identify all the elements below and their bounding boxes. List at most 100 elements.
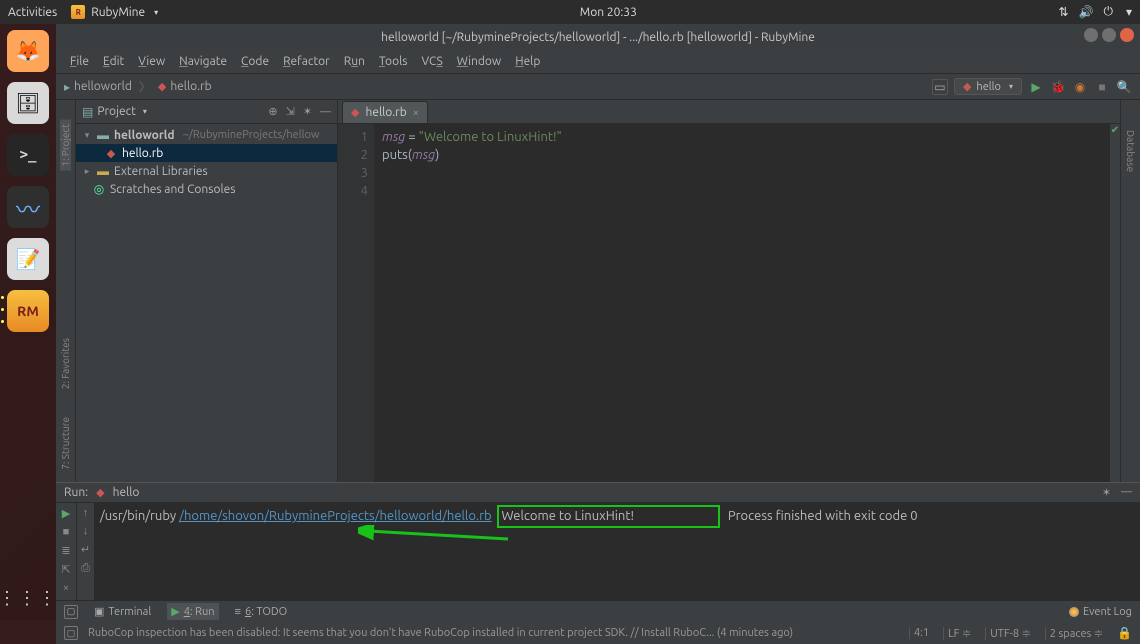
tree-scratches[interactable]: ◎ Scratches and Consoles (76, 180, 337, 198)
close-icon[interactable]: × (63, 582, 69, 594)
console-link[interactable]: /home/shovon/RubymineProjects/helloworld… (179, 509, 491, 523)
active-app-menu[interactable]: R RubyMine ▾ (71, 5, 158, 19)
coverage-button-icon[interactable]: ◉ (1072, 79, 1088, 95)
tool-tab-terminal[interactable]: ▣ Terminal (90, 603, 155, 620)
tool-tab-todo[interactable]: ≡ 6: TODO (231, 604, 292, 620)
layout-icon[interactable]: ≣ (61, 544, 70, 557)
menu-code[interactable]: Code (235, 53, 275, 70)
launcher-apps-grid[interactable]: ⋮⋮⋮ (0, 580, 56, 616)
project-view-selector[interactable]: ▤ Project ▾ (82, 105, 147, 119)
run-config-selector[interactable]: ◆ hello ▾ (954, 78, 1022, 95)
build-icon[interactable]: ▭ (932, 79, 948, 95)
inspection-ok-icon[interactable]: ✔ (1110, 124, 1120, 134)
tree-root[interactable]: ▾ ▬ helloworld ~/RubymineProjects/hellow (76, 126, 337, 144)
debug-button-icon[interactable]: 🐞 (1050, 79, 1066, 95)
tool-tab-structure[interactable]: 7: Structure (60, 413, 71, 474)
annotation-arrow-icon (358, 525, 518, 553)
menu-run[interactable]: Run (338, 53, 371, 70)
window-maximize-button[interactable] (1102, 28, 1116, 42)
code-token: "Welcome to LinuxHint!" (419, 130, 562, 144)
tree-external-libs[interactable]: ▸ ▬ External Libraries (76, 162, 337, 180)
expand-icon[interactable]: ▸ (82, 166, 92, 177)
launcher-text-editor[interactable]: 📝 (7, 238, 49, 280)
editor-tab-hello[interactable]: ◆ hello.rb × (342, 101, 428, 123)
code-token: msg (382, 130, 405, 144)
menu-tools[interactable]: Tools (373, 53, 414, 70)
activities-button[interactable]: Activities (8, 6, 57, 19)
tool-windows-toggle-icon[interactable]: ▢ (64, 605, 78, 619)
soft-wrap-icon[interactable]: ↵ (81, 543, 90, 556)
editor-marker-bar[interactable]: ✔ (1110, 124, 1120, 482)
menu-edit[interactable]: Edit (97, 53, 130, 70)
gear-icon[interactable]: ✶ (1102, 486, 1111, 499)
window-close-button[interactable] (1120, 28, 1134, 42)
tree-root-path: ~/RubymineProjects/hellow (183, 129, 320, 141)
status-bar: ▢ RuboCop inspection has been disabled: … (56, 622, 1140, 644)
print-icon[interactable]: ⎙ (81, 562, 90, 575)
window-minimize-button[interactable] (1084, 28, 1098, 42)
editor-gutter: 1 2 3 4 (338, 124, 374, 482)
tool-tab-project[interactable]: 1: Project (60, 120, 71, 171)
scroll-up-icon[interactable]: ↑ (83, 507, 89, 519)
line-number: 2 (338, 146, 368, 164)
power-icon[interactable]: ⏻ (1103, 5, 1113, 19)
close-tab-icon[interactable]: × (413, 107, 419, 119)
locate-icon[interactable]: ⊕ (268, 105, 277, 118)
run-config-label: hello (976, 81, 1001, 93)
launcher-rubymine[interactable]: RM (7, 290, 49, 332)
status-toggle-icon[interactable]: ▢ (64, 626, 78, 640)
clock[interactable]: Mon 20:33 (580, 6, 637, 19)
gear-icon[interactable]: ✶ (303, 105, 312, 118)
breadcrumb-file[interactable]: hello.rb (170, 80, 211, 93)
run-button-icon[interactable]: ▶ (1028, 79, 1044, 95)
indent-indicator[interactable]: 2 spaces ≑ (1045, 627, 1107, 640)
scroll-down-icon[interactable]: ↓ (83, 525, 89, 537)
tool-tab-label: 4: Run (184, 606, 215, 618)
hide-panel-icon[interactable]: — (1121, 486, 1132, 499)
pin-icon[interactable]: ⇱ (61, 563, 70, 576)
line-separator[interactable]: LF ≑ (943, 627, 975, 640)
menu-vcs[interactable]: VCS (415, 53, 448, 70)
rubymine-icon: R (71, 5, 85, 19)
cursor-position[interactable]: 4:1 (909, 627, 933, 639)
window-titlebar[interactable]: helloworld [~/RubymineProjects/helloworl… (56, 24, 1140, 50)
code-editor[interactable]: 1 2 3 4 msg = "Welcome to LinuxHint!" pu… (338, 124, 1120, 482)
tool-tab-favorites[interactable]: 2: Favorites (60, 334, 71, 393)
volume-icon[interactable]: 🔊 (1079, 5, 1094, 19)
tool-tab-database[interactable]: Database (1125, 130, 1136, 172)
event-log-button[interactable]: Event Log (1069, 606, 1132, 618)
library-icon: ▬ (96, 164, 110, 178)
launcher-firefox[interactable]: 🦊 (7, 30, 49, 72)
search-everywhere-icon[interactable]: 🔍 (1116, 79, 1132, 95)
network-icon[interactable]: ⇅ (1058, 5, 1068, 19)
run-panel-config[interactable]: hello (113, 486, 140, 499)
collapse-icon[interactable]: ⇲ (286, 105, 295, 118)
chevron-down-icon: ▾ (1009, 82, 1013, 91)
menu-view[interactable]: View (132, 53, 171, 70)
tree-file-hello[interactable]: ◆ hello.rb (76, 144, 337, 162)
breadcrumb-project[interactable]: helloworld (74, 80, 132, 93)
menu-file[interactable]: File (64, 53, 95, 70)
status-message[interactable]: RuboCop inspection has been disabled: It… (88, 627, 899, 639)
line-number: 3 (338, 164, 368, 182)
expand-icon[interactable]: ▾ (82, 130, 92, 141)
hide-panel-icon[interactable]: — (320, 106, 331, 118)
tool-tab-run[interactable]: ▶ 4: Run (167, 603, 218, 620)
system-menu-chevron-icon[interactable]: ▾ (1126, 5, 1132, 19)
menu-help[interactable]: Help (509, 53, 546, 70)
launcher-terminal[interactable]: >_ (7, 134, 49, 176)
rerun-icon[interactable]: ▶ (62, 507, 70, 520)
code-token: = (405, 130, 418, 144)
stop-icon[interactable]: ■ (63, 526, 70, 538)
breadcrumb-separator-icon: 〉 (139, 78, 151, 95)
menu-window[interactable]: Window (451, 53, 507, 70)
run-console-output[interactable]: /usr/bin/ruby /home/shovon/RubymineProje… (94, 503, 1140, 600)
menu-navigate[interactable]: Navigate (173, 53, 233, 70)
readonly-lock-icon[interactable]: 🔒 (1117, 626, 1132, 640)
launcher-files[interactable]: 🗄 (7, 82, 49, 124)
file-encoding[interactable]: UTF-8 ≑ (985, 627, 1035, 640)
stop-button-icon[interactable]: ■ (1094, 79, 1110, 95)
launcher-system-monitor[interactable]: 〰 (7, 186, 49, 228)
menu-refactor[interactable]: Refactor (277, 53, 336, 70)
code-content[interactable]: msg = "Welcome to LinuxHint!" puts(msg) (374, 124, 1120, 482)
